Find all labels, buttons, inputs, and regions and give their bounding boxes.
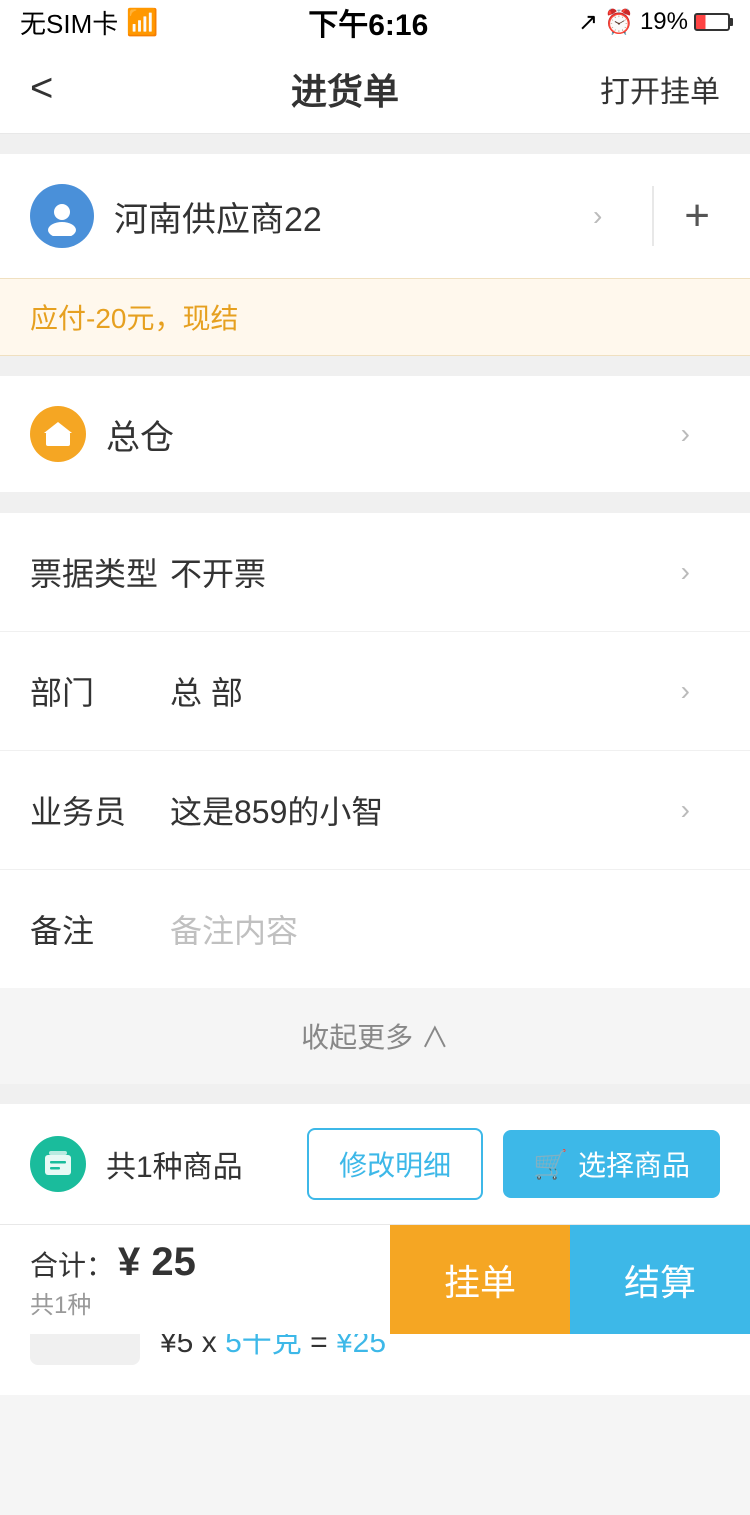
salesperson-label: 业务员 xyxy=(30,787,160,833)
notice-bar: 应付-20元，现结 xyxy=(0,278,750,356)
total-section: 合计： ¥ 25 共1种 xyxy=(0,1225,390,1334)
edit-detail-button[interactable]: 修改明细 xyxy=(307,1128,483,1200)
supplier-name: 河南供应商22 xyxy=(114,192,593,241)
bottom-bar: 合计： ¥ 25 共1种 挂单 结算 xyxy=(0,1224,750,1334)
remark-value: 备注内容 xyxy=(160,906,720,952)
hang-button[interactable]: 挂单 xyxy=(390,1225,570,1334)
bottom-spacer xyxy=(0,1395,750,1515)
checkout-button[interactable]: 结算 xyxy=(570,1225,750,1334)
department-chevron-icon: › xyxy=(681,675,690,707)
total-amount: ¥ 25 xyxy=(118,1240,196,1285)
warehouse-row[interactable]: 总仓 › xyxy=(0,376,750,492)
time-display: 下午6:16 xyxy=(308,0,428,44)
warehouse-icon xyxy=(30,406,86,462)
page-title: 进货单 xyxy=(90,63,600,115)
department-value: 总 部 xyxy=(160,668,681,714)
product-count-text: 共1种商品 xyxy=(106,1142,287,1186)
location-icon: ↗ xyxy=(578,8,598,37)
section-gap-1 xyxy=(0,134,750,154)
section-gap-4 xyxy=(0,1084,750,1104)
ticket-type-row[interactable]: 票据类型 不开票 › xyxy=(0,512,750,631)
collapse-button[interactable]: 收起更多 ∧ xyxy=(0,988,750,1084)
ticket-type-label: 票据类型 xyxy=(30,549,160,595)
remark-label: 备注 xyxy=(30,906,160,952)
select-product-label: 选择商品 xyxy=(578,1144,690,1184)
supplier-section: 河南供应商22 › + 应付-20元，现结 xyxy=(0,154,750,356)
open-hang-button[interactable]: 打开挂单 xyxy=(600,67,720,111)
salesperson-row[interactable]: 业务员 这是859的小智 › xyxy=(0,750,750,869)
select-product-button[interactable]: 🛒 选择商品 xyxy=(503,1130,720,1198)
supplier-chevron-icon: › xyxy=(593,200,602,232)
battery-icon xyxy=(694,13,730,31)
total-sub: 共1种 xyxy=(30,1285,360,1320)
status-left: 无SIM卡 📶 xyxy=(20,4,159,41)
section-gap-3 xyxy=(0,492,750,512)
ticket-type-chevron-icon: › xyxy=(681,556,690,588)
form-section: 票据类型 不开票 › 部门 总 部 › 业务员 这是859的小智 › 备注 备注… xyxy=(0,512,750,988)
carrier-text: 无SIM卡 xyxy=(20,4,118,41)
supplier-row[interactable]: 河南供应商22 › + xyxy=(0,154,750,278)
back-button[interactable]: < xyxy=(30,66,90,111)
department-label: 部门 xyxy=(30,668,160,714)
nav-bar: < 进货单 打开挂单 xyxy=(0,44,750,134)
status-right: ↗ ⏰ 19% xyxy=(578,8,730,37)
warehouse-chevron-icon: › xyxy=(681,418,690,450)
add-supplier-button[interactable]: + xyxy=(674,191,720,241)
product-count-icon xyxy=(30,1136,86,1192)
product-header: 共1种商品 修改明细 🛒 选择商品 xyxy=(0,1104,750,1224)
warehouse-name: 总仓 xyxy=(106,410,681,459)
wifi-icon: 📶 xyxy=(126,7,158,38)
salesperson-value: 这是859的小智 xyxy=(160,787,681,833)
battery-percent: 19% xyxy=(640,8,688,36)
ticket-type-value: 不开票 xyxy=(160,549,681,595)
alarm-icon: ⏰ xyxy=(604,8,634,37)
cart-icon: 🛒 xyxy=(533,1148,568,1181)
supplier-divider xyxy=(652,186,654,246)
remark-row[interactable]: 备注 备注内容 xyxy=(0,869,750,988)
section-gap-2 xyxy=(0,356,750,376)
warehouse-section: 总仓 › xyxy=(0,376,750,492)
supplier-avatar xyxy=(30,184,94,248)
department-row[interactable]: 部门 总 部 › xyxy=(0,631,750,750)
status-bar: 无SIM卡 📶 下午6:16 ↗ ⏰ 19% xyxy=(0,0,750,44)
total-label: 合计： xyxy=(30,1244,114,1284)
salesperson-chevron-icon: › xyxy=(681,794,690,826)
